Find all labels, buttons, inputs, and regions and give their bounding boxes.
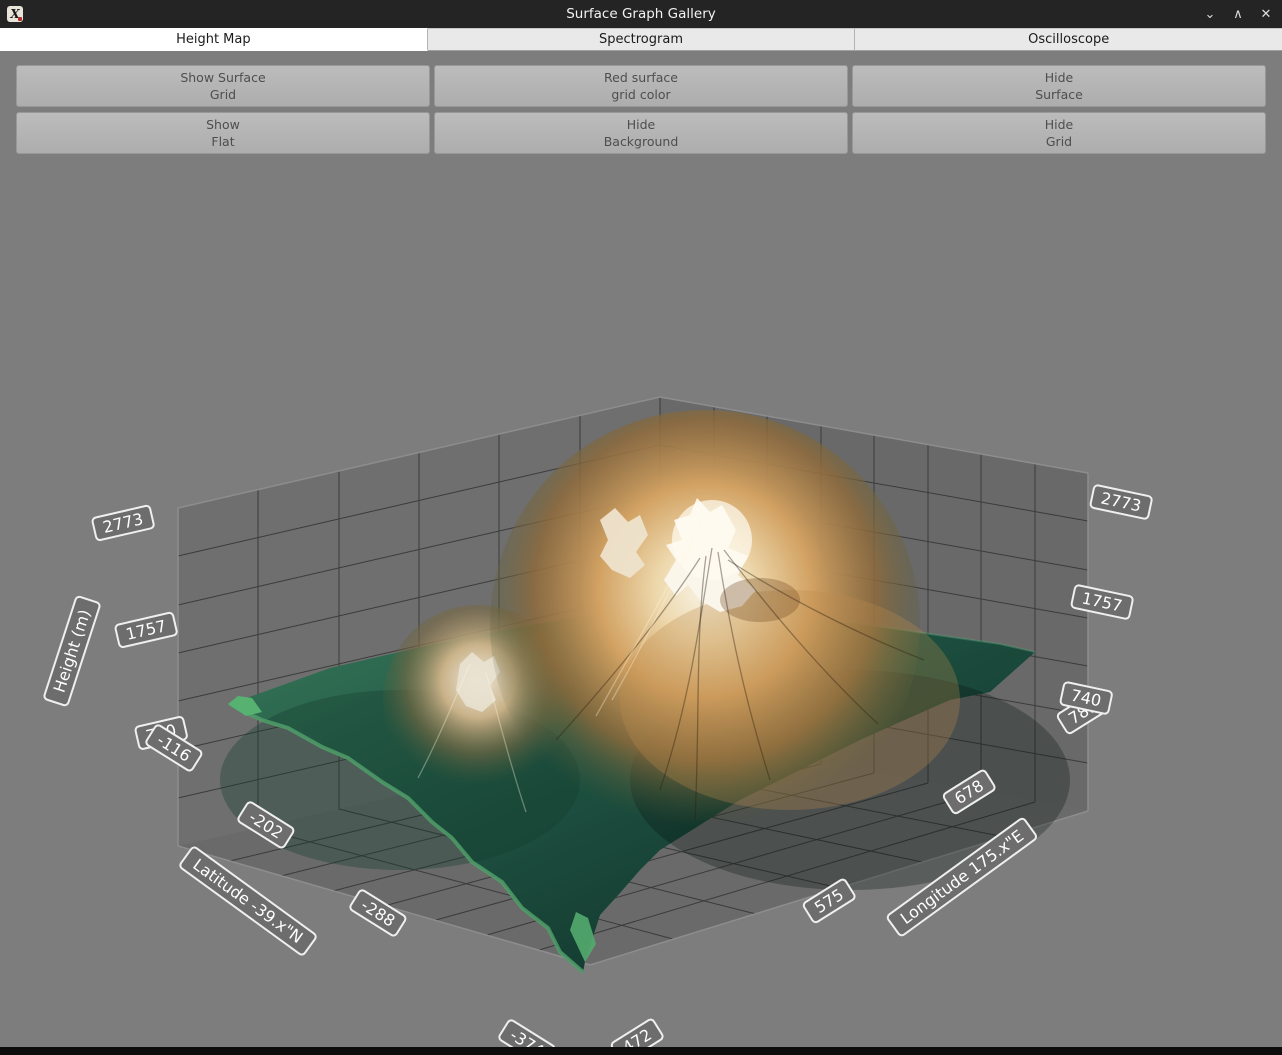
- app-icon: X: [7, 6, 23, 22]
- button-label-line1: Hide: [1045, 69, 1074, 86]
- button-label-line1: Hide: [627, 116, 656, 133]
- button-label-line2: Grid: [1046, 133, 1072, 150]
- window-controls: ⌄ ∧ ✕: [1202, 0, 1274, 28]
- button-label-line1: Red surface: [604, 69, 678, 86]
- tab-height-map[interactable]: Height Map: [0, 28, 428, 51]
- close-button[interactable]: ✕: [1258, 7, 1274, 22]
- button-label-line2: Background: [604, 133, 679, 150]
- button-label-line2: Surface: [1035, 86, 1083, 103]
- button-label-line2: Flat: [211, 133, 234, 150]
- hide-background-button[interactable]: Hide Background: [434, 112, 848, 154]
- show-surface-grid-button[interactable]: Show Surface Grid: [16, 65, 430, 107]
- tab-label: Oscilloscope: [1028, 32, 1109, 47]
- button-label-line2: grid color: [611, 86, 670, 103]
- button-label-line1: Show: [206, 116, 240, 133]
- shade-button[interactable]: ⌄: [1202, 7, 1218, 22]
- tab-spectrogram[interactable]: Spectrogram: [428, 28, 856, 51]
- button-label-line1: Show Surface: [180, 69, 265, 86]
- hide-grid-button[interactable]: Hide Grid: [852, 112, 1266, 154]
- button-toolbar: Show Surface Grid Red surface grid color…: [16, 65, 1266, 154]
- surface-plot-3d[interactable]: [0, 0, 1282, 1055]
- app-window: 2773 1757 740 Height (m) -116 -202 -288 …: [0, 0, 1282, 1055]
- screen-bottom-edge: [0, 1047, 1282, 1055]
- window-title: Surface Graph Gallery: [0, 6, 1282, 22]
- hide-surface-button[interactable]: Hide Surface: [852, 65, 1266, 107]
- button-label-line2: Grid: [210, 86, 236, 103]
- tab-bar: Height Map Spectrogram Oscilloscope: [0, 28, 1282, 51]
- titlebar[interactable]: X Surface Graph Gallery ⌄ ∧ ✕: [0, 0, 1282, 28]
- button-label-line1: Hide: [1045, 116, 1074, 133]
- maximize-button[interactable]: ∧: [1230, 7, 1246, 22]
- tab-label: Height Map: [176, 32, 251, 47]
- show-flat-button[interactable]: Show Flat: [16, 112, 430, 154]
- tab-oscilloscope[interactable]: Oscilloscope: [855, 28, 1282, 51]
- tab-label: Spectrogram: [599, 32, 683, 47]
- red-surface-grid-color-button[interactable]: Red surface grid color: [434, 65, 848, 107]
